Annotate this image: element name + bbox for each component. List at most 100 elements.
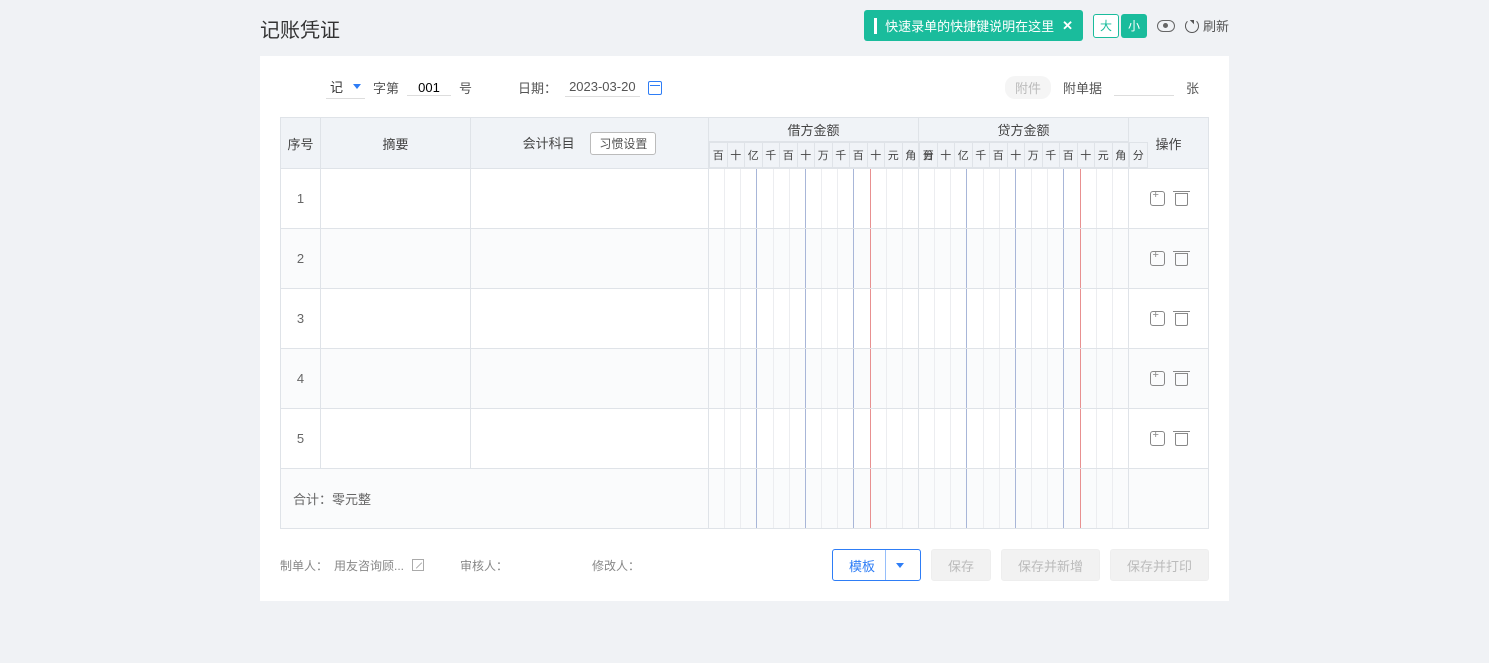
ops-cell	[1129, 169, 1209, 229]
digit-label: 千	[832, 143, 850, 168]
close-icon[interactable]: ✕	[1062, 18, 1073, 34]
seq-cell: 2	[281, 229, 321, 289]
digit-label: 元	[1095, 143, 1113, 168]
summary-cell[interactable]	[321, 289, 471, 349]
table-row: 4	[281, 349, 1209, 409]
amount-cell[interactable]	[709, 349, 919, 409]
add-row-icon[interactable]	[1150, 191, 1165, 206]
delete-row-icon[interactable]	[1175, 431, 1188, 446]
summary-cell[interactable]	[321, 409, 471, 469]
refresh-button[interactable]: 刷新	[1185, 16, 1229, 35]
summary-cell[interactable]	[321, 349, 471, 409]
col-credit: 贷方金额	[919, 118, 1129, 142]
add-row-icon[interactable]	[1150, 311, 1165, 326]
size-small-button[interactable]: 小	[1121, 14, 1147, 38]
voucher-number-input[interactable]	[407, 80, 451, 96]
ops-cell	[1129, 229, 1209, 289]
digit-label: 十	[1077, 143, 1095, 168]
add-row-icon[interactable]	[1150, 371, 1165, 386]
date-input[interactable]: 2023-03-20	[565, 79, 640, 97]
account-cell[interactable]	[471, 409, 709, 469]
amount-cell[interactable]	[709, 409, 919, 469]
table-row: 3	[281, 289, 1209, 349]
seq-cell: 5	[281, 409, 321, 469]
digit-label: 十	[727, 143, 745, 168]
attach-count-input[interactable]	[1114, 80, 1174, 96]
chevron-down-icon	[353, 84, 361, 89]
table-row: 2	[281, 229, 1209, 289]
delete-row-icon[interactable]	[1175, 311, 1188, 326]
creator-label: 制单人：	[280, 557, 328, 574]
amount-cell[interactable]	[709, 169, 919, 229]
size-toggle: 大 小	[1093, 14, 1147, 38]
delete-row-icon[interactable]	[1175, 371, 1188, 386]
eye-icon[interactable]	[1157, 20, 1175, 32]
digit-label: 百	[850, 143, 868, 168]
delete-row-icon[interactable]	[1175, 191, 1188, 206]
account-cell[interactable]	[471, 169, 709, 229]
digit-label: 百	[1060, 143, 1078, 168]
total-label: 合计：零元整	[281, 469, 709, 529]
tip-text: 快速录单的快捷键说明在这里	[885, 16, 1054, 35]
amount-cell[interactable]	[919, 169, 1129, 229]
col-seq: 序号	[281, 118, 321, 169]
amount-cell[interactable]	[709, 469, 919, 529]
hao-label: 号	[459, 78, 472, 97]
digit-label: 百	[990, 143, 1008, 168]
calendar-icon[interactable]	[648, 81, 662, 95]
refresh-label: 刷新	[1203, 16, 1229, 35]
voucher-type-select[interactable]: 记	[326, 77, 365, 99]
amount-cell[interactable]	[709, 229, 919, 289]
total-row: 合计：零元整	[281, 469, 1209, 529]
seq-cell: 4	[281, 349, 321, 409]
delete-row-icon[interactable]	[1175, 251, 1188, 266]
digit-label: 万	[1025, 143, 1043, 168]
amount-cell[interactable]	[709, 289, 919, 349]
amount-cell[interactable]	[919, 349, 1129, 409]
digit-label: 十	[797, 143, 815, 168]
attachment-button: 附件	[1005, 76, 1051, 99]
digit-label: 亿	[745, 143, 763, 168]
shortcut-tip: 快速录单的快捷键说明在这里 ✕	[864, 10, 1083, 41]
amount-cell[interactable]	[919, 289, 1129, 349]
amount-cell[interactable]	[919, 229, 1129, 289]
digit-label: 百	[780, 143, 798, 168]
size-big-button[interactable]: 大	[1093, 14, 1119, 38]
digit-label: 元	[885, 143, 903, 168]
ops-cell	[1129, 409, 1209, 469]
digit-label: 千	[972, 143, 990, 168]
save-add-button: 保存并新增	[1001, 549, 1100, 581]
digit-label: 角	[1112, 143, 1130, 168]
account-cell[interactable]	[471, 229, 709, 289]
summary-cell[interactable]	[321, 229, 471, 289]
digit-label: 十	[1007, 143, 1025, 168]
add-row-icon[interactable]	[1150, 431, 1165, 446]
seq-cell: 3	[281, 289, 321, 349]
add-row-icon[interactable]	[1150, 251, 1165, 266]
edit-icon[interactable]	[412, 559, 424, 571]
digit-label: 亿	[955, 143, 973, 168]
digit-label: 十	[937, 143, 955, 168]
date-label: 日期：	[518, 78, 557, 97]
habit-settings-button[interactable]: 习惯设置	[590, 132, 656, 155]
reviewer-label: 审核人：	[460, 557, 508, 574]
save-print-button: 保存并打印	[1110, 549, 1209, 581]
ops-cell	[1129, 349, 1209, 409]
modifier-label: 修改人：	[592, 557, 640, 574]
table-row: 1	[281, 169, 1209, 229]
digit-label: 十	[867, 143, 885, 168]
summary-cell[interactable]	[321, 169, 471, 229]
amount-cell[interactable]	[919, 409, 1129, 469]
template-button[interactable]: 模板	[832, 549, 921, 581]
ops-cell	[1129, 289, 1209, 349]
attach-unit: 张	[1186, 78, 1199, 97]
digit-label: 角	[902, 143, 920, 168]
digit-label: 万	[815, 143, 833, 168]
summary-input[interactable]	[325, 173, 466, 199]
account-cell[interactable]	[471, 349, 709, 409]
digit-label: 千	[762, 143, 780, 168]
amount-cell[interactable]	[919, 469, 1129, 529]
account-cell[interactable]	[471, 289, 709, 349]
save-button: 保存	[931, 549, 991, 581]
refresh-icon	[1185, 19, 1199, 33]
